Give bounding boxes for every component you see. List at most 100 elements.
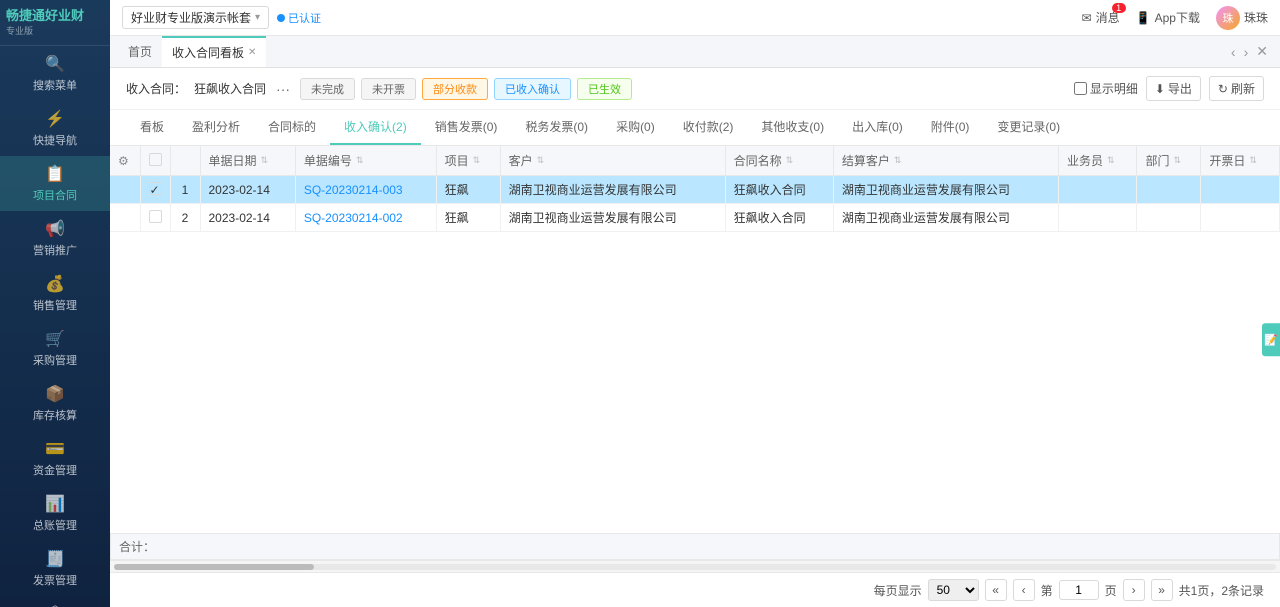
sidebar-icon: 🧾: [45, 549, 65, 569]
right-note-button[interactable]: 📝: [1262, 323, 1280, 356]
col-header-project[interactable]: 项目⇅: [436, 146, 500, 176]
export-button[interactable]: ⬇ 导出: [1146, 76, 1201, 101]
scroll-thumb[interactable]: [114, 564, 314, 570]
per-page-select[interactable]: 50 100 200: [928, 579, 979, 601]
table-row[interactable]: ✓12023-02-14SQ-20230214-003狂飙湖南卫视商业运营发展有…: [110, 176, 1280, 204]
sidebar-label: 快捷导航: [33, 132, 77, 148]
col-header-number[interactable]: 单据编号⇅: [295, 146, 436, 176]
nav-tab-11[interactable]: 变更记录(0): [983, 110, 1074, 145]
sidebar-item-总账管理[interactable]: 📊总账管理: [0, 486, 110, 541]
avatar: 珠: [1216, 6, 1240, 30]
refresh-label: 刷新: [1231, 80, 1255, 97]
col-header-date[interactable]: 单据日期⇅: [200, 146, 295, 176]
tab-next-button[interactable]: ›: [1240, 44, 1253, 60]
prev-page-button[interactable]: ‹: [1013, 579, 1035, 601]
status-btn-2[interactable]: 部分收款: [422, 78, 488, 100]
tab-0[interactable]: 首页: [118, 37, 162, 66]
table-container[interactable]: ⚙ 单据日期⇅单据编号⇅项目⇅客户⇅合同名称⇅结算客户⇅业务员⇅部门⇅开票日⇅ ✓…: [110, 146, 1280, 533]
scroll-track: [114, 564, 1276, 570]
status-btn-1[interactable]: 未开票: [361, 78, 416, 100]
tab-close-icon[interactable]: ✕: [248, 47, 256, 58]
record-link[interactable]: SQ-20230214-002: [304, 211, 403, 225]
page-suffix: 页: [1105, 582, 1117, 599]
tab-1[interactable]: 收入合同看板✕: [162, 36, 266, 67]
col-header-check: [140, 146, 170, 176]
pagination-footer: 每页显示 50 100 200 « ‹ 第 页 › » 共1页，2条记录: [110, 572, 1280, 607]
export-icon: ⬇: [1155, 82, 1165, 96]
message-button[interactable]: ✉ 1 消息: [1082, 9, 1120, 26]
nav-tab-10[interactable]: 附件(0): [917, 110, 984, 145]
col-header-closing_customer[interactable]: 结算客户⇅: [833, 146, 1058, 176]
row-checkbox[interactable]: ✓: [149, 182, 162, 195]
select-all-checkbox[interactable]: [149, 153, 162, 166]
sidebar-label: 采购管理: [33, 352, 77, 368]
horizontal-scrollbar[interactable]: [110, 560, 1280, 572]
nav-tab-4[interactable]: 销售发票(0): [421, 110, 512, 145]
sidebar-icon: 🔍: [45, 54, 65, 74]
status-btn-0[interactable]: 未完成: [300, 78, 355, 100]
sidebar-label: 库存核算: [33, 407, 77, 423]
contract-title: 收入合同： 狂飙收入合同: [126, 80, 266, 97]
sidebar-item-营销推广[interactable]: 📢营销推广: [0, 211, 110, 266]
row-checkbox[interactable]: [149, 210, 162, 223]
sidebar-item-发票管理[interactable]: 🧾发票管理: [0, 541, 110, 596]
cell-number: SQ-20230214-002: [295, 204, 436, 232]
settings-icon[interactable]: ⚙: [118, 154, 129, 168]
refresh-button[interactable]: ↻ 刷新: [1209, 76, 1264, 101]
contract-status-row: 未完成未开票部分收款已收入确认已生效: [300, 78, 632, 100]
sort-icon: ⇅: [537, 155, 545, 166]
table-sum-row: 合计：: [110, 533, 1280, 560]
sidebar-icon: 💳: [45, 439, 65, 459]
sort-icon: ⇅: [786, 155, 794, 166]
sidebar-label: 项目合同: [33, 187, 77, 203]
sidebar-item-采购管理[interactable]: 🛒采购管理: [0, 321, 110, 376]
table-row[interactable]: 22023-02-14SQ-20230214-002狂飙湖南卫视商业运营发展有限…: [110, 204, 1280, 232]
sort-icon: ⇅: [473, 155, 481, 166]
contract-header: 收入合同： 狂飙收入合同 ··· 未完成未开票部分收款已收入确认已生效 显示明细…: [110, 68, 1280, 110]
nav-tab-3[interactable]: 收入确认(2): [330, 110, 421, 145]
user-menu[interactable]: 珠 珠珠: [1216, 6, 1268, 30]
sidebar-icon: 📊: [45, 494, 65, 514]
status-btn-3[interactable]: 已收入确认: [494, 78, 571, 100]
next-page-button[interactable]: ›: [1123, 579, 1145, 601]
tab-prev-button[interactable]: ‹: [1227, 44, 1240, 60]
sidebar-icon: 📦: [45, 384, 65, 404]
more-button[interactable]: ···: [276, 81, 290, 97]
record-link[interactable]: SQ-20230214-003: [304, 183, 403, 197]
sidebar-item-库存核算[interactable]: 📦 库存核算: [0, 376, 110, 431]
show-detail-toggle[interactable]: 显示明细: [1074, 80, 1138, 97]
page-label: 第: [1041, 582, 1053, 599]
nav-tab-9[interactable]: 出入库(0): [838, 110, 917, 145]
sidebar-item-项目合同[interactable]: 📋项目合同: [0, 156, 110, 211]
col-header-contract_name[interactable]: 合同名称⇅: [725, 146, 833, 176]
nav-tab-1[interactable]: 盈利分析: [178, 110, 254, 145]
sidebar-item-税务管理[interactable]: 🏛税务管理: [0, 596, 110, 607]
sidebar-item-销售管理[interactable]: 💰销售管理: [0, 266, 110, 321]
last-page-button[interactable]: »: [1151, 579, 1173, 601]
cell-department: [1137, 204, 1201, 232]
app-download-button[interactable]: 📱 App下载: [1136, 9, 1200, 26]
col-header-invoice_date[interactable]: 开票日⇅: [1201, 146, 1280, 176]
download-icon: 📱: [1136, 11, 1151, 25]
page-input[interactable]: [1059, 580, 1099, 600]
nav-tab-6[interactable]: 采购(0): [602, 110, 669, 145]
nav-tab-0[interactable]: 看板: [126, 110, 178, 145]
sidebar-label: 销售管理: [33, 297, 77, 313]
nav-tab-2[interactable]: 合同标的: [254, 110, 330, 145]
show-detail-checkbox[interactable]: [1074, 82, 1087, 95]
tab-close-all-button[interactable]: ✕: [1252, 43, 1272, 60]
status-btn-4[interactable]: 已生效: [577, 78, 632, 100]
sidebar-item-资金管理[interactable]: 💳资金管理: [0, 431, 110, 486]
first-page-button[interactable]: «: [985, 579, 1007, 601]
nav-tab-5[interactable]: 税务发票(0): [511, 110, 602, 145]
col-header-customer[interactable]: 客户⇅: [500, 146, 725, 176]
certified-label: 已认证: [288, 10, 321, 26]
cell-invoice_date: [1201, 204, 1280, 232]
sidebar-item-搜索菜单[interactable]: 🔍搜索菜单: [0, 46, 110, 101]
nav-tab-8[interactable]: 其他收支(0): [747, 110, 838, 145]
sidebar-item-快捷导航[interactable]: ⚡快捷导航: [0, 101, 110, 156]
col-header-department[interactable]: 部门⇅: [1137, 146, 1201, 176]
nav-tab-7[interactable]: 收付款(2): [669, 110, 748, 145]
company-selector[interactable]: 好业财专业版演示帐套 ▾: [122, 6, 269, 29]
col-header-salesperson[interactable]: 业务员⇅: [1058, 146, 1137, 176]
